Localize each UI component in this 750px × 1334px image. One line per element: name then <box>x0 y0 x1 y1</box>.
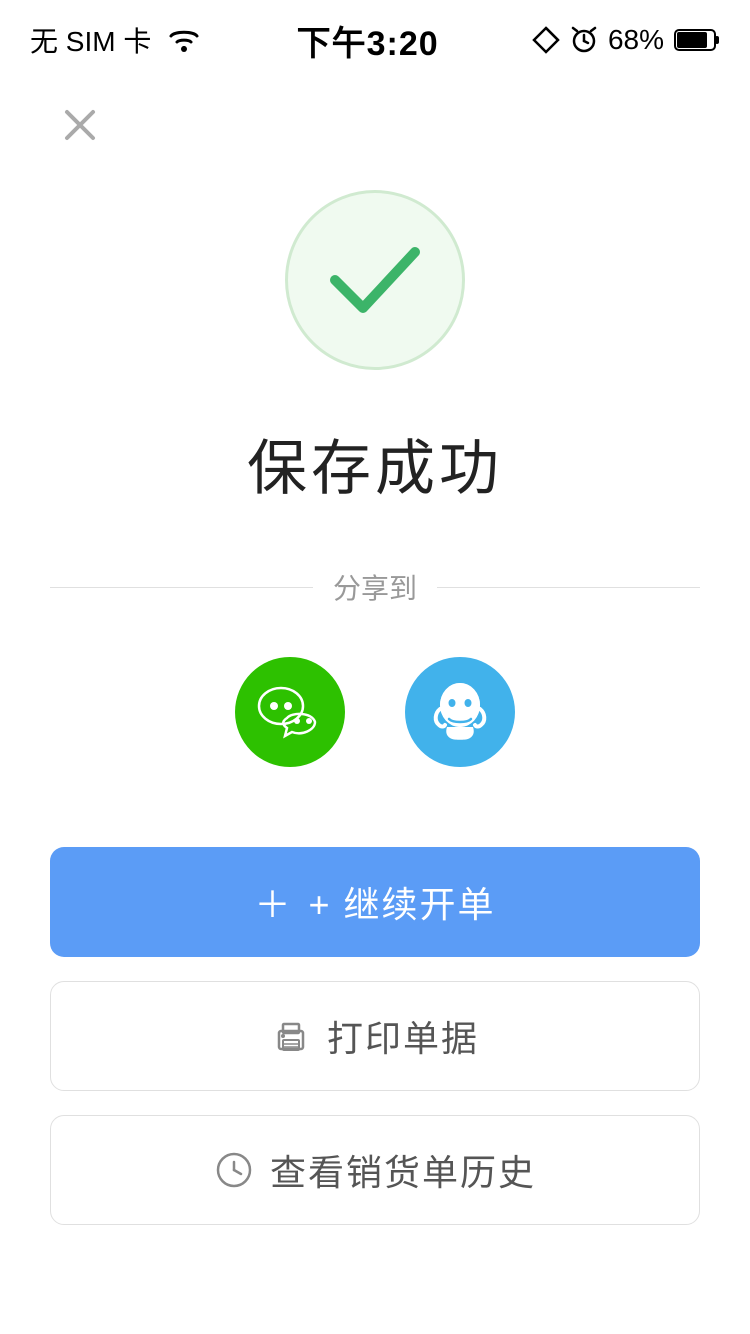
continue-icon: ＋ <box>254 876 292 928</box>
wifi-icon <box>165 26 203 54</box>
history-label: 查看销货单历史 <box>270 1144 536 1196</box>
continue-label: + 继续开单 <box>308 876 495 928</box>
qq-share-button[interactable] <box>405 657 515 767</box>
alarm-icon <box>570 26 598 54</box>
close-icon <box>59 104 101 146</box>
status-right: 68% <box>532 24 720 56</box>
location-icon <box>532 26 560 54</box>
checkmark-icon <box>325 240 425 320</box>
wechat-icon <box>257 682 323 742</box>
share-label: 分享到 <box>333 567 417 607</box>
view-history-button[interactable]: 查看销货单历史 <box>50 1115 700 1225</box>
divider-line-left <box>50 587 313 588</box>
qq-icon <box>427 677 493 747</box>
no-sim-text: 无 SIM 卡 <box>30 20 151 60</box>
wechat-share-button[interactable] <box>235 657 345 767</box>
history-icon <box>214 1150 254 1190</box>
close-button[interactable] <box>50 95 110 155</box>
print-label: 打印单据 <box>327 1010 479 1062</box>
main-content: 保存成功 分享到 <box>0 80 750 1225</box>
action-buttons: ＋ + 继续开单 打印单据 查看销货单历史 <box>50 847 700 1225</box>
continue-order-button[interactable]: ＋ + 继续开单 <box>50 847 700 957</box>
success-title: 保存成功 <box>247 420 503 507</box>
divider-line-right <box>437 587 700 588</box>
success-circle <box>285 190 465 370</box>
share-icons-row <box>235 657 515 767</box>
status-time: 下午3:20 <box>297 16 439 65</box>
status-left: 无 SIM 卡 <box>30 20 203 60</box>
share-divider: 分享到 <box>50 567 700 607</box>
print-button[interactable]: 打印单据 <box>50 981 700 1091</box>
status-bar: 无 SIM 卡 下午3:20 68% <box>0 0 750 80</box>
battery-percent: 68% <box>608 24 664 56</box>
printer-icon <box>271 1016 311 1056</box>
battery-icon <box>674 28 720 52</box>
